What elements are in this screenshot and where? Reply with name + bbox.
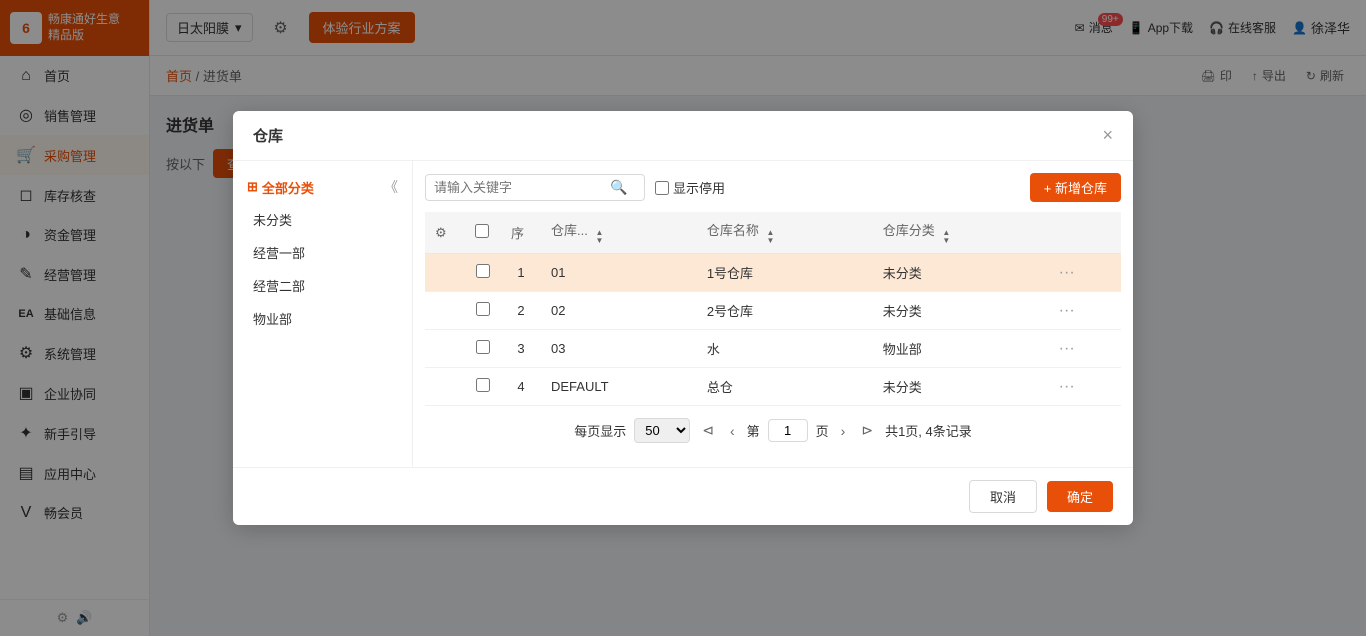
cancel-button[interactable]: 取消 bbox=[969, 480, 1037, 513]
th-category[interactable]: 仓库分类 ▲▼ bbox=[873, 212, 1049, 254]
th-code[interactable]: 仓库... ▲▼ bbox=[541, 212, 697, 254]
table-row[interactable]: 4 DEFAULT 总仓 未分类 ··· bbox=[425, 368, 1121, 406]
pagination: 每页显示 50 100 ⊲ ‹ 第 页 › ⊳ 共1页, 4条记录 bbox=[425, 406, 1121, 455]
table-row[interactable]: 1 01 1号仓库 未分类 ··· bbox=[425, 254, 1121, 292]
th-name[interactable]: 仓库名称 ▲▼ bbox=[697, 212, 873, 254]
add-warehouse-button[interactable]: + 新增仓库 bbox=[1030, 173, 1121, 202]
modal-toolbar: 🔍 显示停用 + 新增仓库 bbox=[425, 173, 1121, 202]
row-actions[interactable]: ··· bbox=[1049, 330, 1121, 368]
row-category: 未分类 bbox=[873, 368, 1049, 406]
row-select-checkbox[interactable] bbox=[476, 340, 490, 354]
warehouse-table: ⚙ 序 仓库... ▲▼ bbox=[425, 212, 1121, 406]
row-actions[interactable]: ··· bbox=[1049, 254, 1121, 292]
row-category: 未分类 bbox=[873, 292, 1049, 330]
confirm-button[interactable]: 确定 bbox=[1047, 481, 1113, 512]
row-code: 03 bbox=[541, 330, 697, 368]
row-category: 物业部 bbox=[873, 330, 1049, 368]
row-num: 4 bbox=[501, 368, 541, 406]
sort-code-icon: ▲▼ bbox=[595, 229, 603, 245]
page-prev-button[interactable]: ‹ bbox=[726, 421, 739, 441]
per-page-select[interactable]: 50 100 bbox=[634, 418, 690, 443]
page-first-button[interactable]: ⊲ bbox=[698, 420, 718, 441]
row-gear bbox=[425, 368, 465, 406]
row-checkbox[interactable] bbox=[465, 254, 501, 292]
category-item-ops2[interactable]: 经营二部 bbox=[233, 269, 412, 302]
search-icon: 🔍 bbox=[610, 179, 627, 196]
row-select-checkbox[interactable] bbox=[476, 264, 490, 278]
per-page-label: 每页显示 bbox=[574, 421, 626, 440]
show-disabled-checkbox[interactable] bbox=[655, 181, 669, 195]
modal-overlay: 仓库 × ⊞ 全部分类 《 未分类 经营一部 经营二部 物业部 bbox=[0, 0, 1366, 636]
row-checkbox[interactable] bbox=[465, 330, 501, 368]
row-code: 02 bbox=[541, 292, 697, 330]
row-code: DEFAULT bbox=[541, 368, 697, 406]
row-actions[interactable]: ··· bbox=[1049, 292, 1121, 330]
th-actions bbox=[1049, 212, 1121, 254]
category-item-ops1[interactable]: 经营一部 bbox=[233, 236, 412, 269]
modal-main: 🔍 显示停用 + 新增仓库 ⚙ bbox=[413, 161, 1133, 467]
row-name: 1号仓库 bbox=[697, 254, 873, 292]
row-code: 01 bbox=[541, 254, 697, 292]
row-num: 1 bbox=[501, 254, 541, 292]
page-di-label: 第 bbox=[747, 421, 760, 440]
category-item-unclassified[interactable]: 未分类 bbox=[233, 203, 412, 236]
category-all-label[interactable]: ⊞ 全部分类 bbox=[247, 178, 314, 197]
select-all-checkbox[interactable] bbox=[475, 224, 489, 238]
modal-footer: 取消 确定 bbox=[233, 467, 1133, 525]
row-actions[interactable]: ··· bbox=[1049, 368, 1121, 406]
row-select-checkbox[interactable] bbox=[476, 378, 490, 392]
page-next-button[interactable]: › bbox=[837, 421, 850, 441]
grid-icon: ⊞ bbox=[247, 179, 258, 195]
row-select-checkbox[interactable] bbox=[476, 302, 490, 316]
table-container: ⚙ 序 仓库... ▲▼ bbox=[425, 212, 1121, 406]
show-disabled-label[interactable]: 显示停用 bbox=[655, 178, 725, 197]
search-box[interactable]: 🔍 bbox=[425, 174, 645, 201]
table-header: ⚙ 序 仓库... ▲▼ bbox=[425, 212, 1121, 254]
th-num: 序 bbox=[501, 212, 541, 254]
row-num: 2 bbox=[501, 292, 541, 330]
row-gear bbox=[425, 254, 465, 292]
warehouse-modal: 仓库 × ⊞ 全部分类 《 未分类 经营一部 经营二部 物业部 bbox=[233, 111, 1133, 525]
table-body: 1 01 1号仓库 未分类 ··· 2 02 2号仓库 未分类 ··· 3 03… bbox=[425, 254, 1121, 406]
category-collapse-button[interactable]: 《 bbox=[384, 177, 398, 197]
row-gear bbox=[425, 292, 465, 330]
search-input[interactable] bbox=[434, 180, 604, 195]
category-header: ⊞ 全部分类 《 bbox=[233, 171, 412, 203]
page-input[interactable] bbox=[768, 419, 808, 442]
row-gear bbox=[425, 330, 465, 368]
category-item-property[interactable]: 物业部 bbox=[233, 302, 412, 335]
category-sidebar: ⊞ 全部分类 《 未分类 经营一部 经营二部 物业部 bbox=[233, 161, 413, 467]
sort-category-icon: ▲▼ bbox=[942, 229, 950, 245]
more-icon[interactable]: ··· bbox=[1059, 378, 1075, 395]
row-name: 水 bbox=[697, 330, 873, 368]
table-row[interactable]: 3 03 水 物业部 ··· bbox=[425, 330, 1121, 368]
page-last-button[interactable]: ⊳ bbox=[857, 420, 877, 441]
total-info: 共1页, 4条记录 bbox=[885, 421, 972, 440]
more-icon[interactable]: ··· bbox=[1059, 302, 1075, 319]
modal-body: ⊞ 全部分类 《 未分类 经营一部 经营二部 物业部 🔍 bbox=[233, 161, 1133, 467]
row-name: 2号仓库 bbox=[697, 292, 873, 330]
table-row[interactable]: 2 02 2号仓库 未分类 ··· bbox=[425, 292, 1121, 330]
th-checkbox bbox=[465, 212, 501, 254]
sort-name-icon: ▲▼ bbox=[766, 229, 774, 245]
modal-close-button[interactable]: × bbox=[1102, 125, 1113, 146]
modal-title: 仓库 bbox=[253, 125, 283, 146]
modal-header: 仓库 × bbox=[233, 111, 1133, 161]
more-icon[interactable]: ··· bbox=[1059, 264, 1075, 281]
row-checkbox[interactable] bbox=[465, 368, 501, 406]
row-num: 3 bbox=[501, 330, 541, 368]
page-label: 页 bbox=[816, 421, 829, 440]
row-checkbox[interactable] bbox=[465, 292, 501, 330]
th-settings[interactable]: ⚙ bbox=[425, 212, 465, 254]
row-category: 未分类 bbox=[873, 254, 1049, 292]
more-icon[interactable]: ··· bbox=[1059, 340, 1075, 357]
row-name: 总仓 bbox=[697, 368, 873, 406]
